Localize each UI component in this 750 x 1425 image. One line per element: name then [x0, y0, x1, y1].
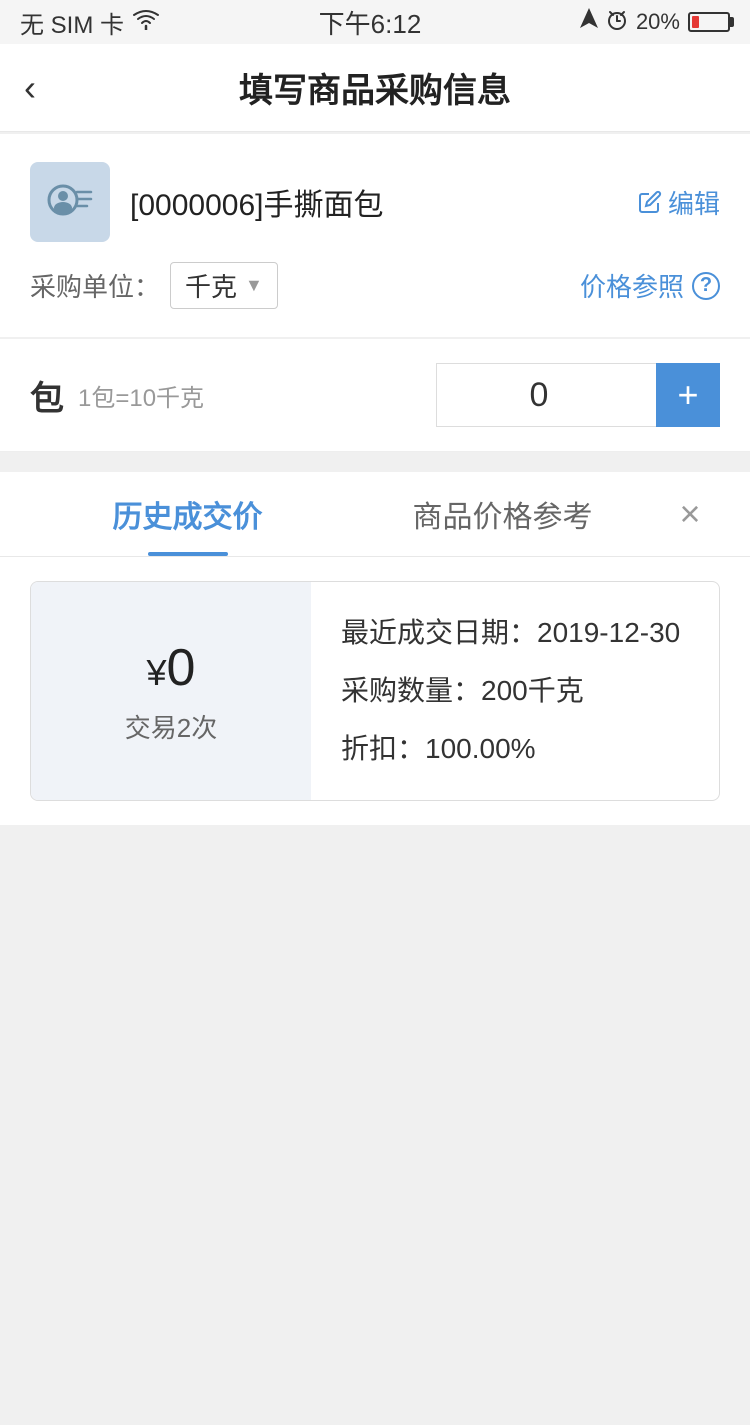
date-label: 最近成交日期： — [341, 617, 537, 648]
price-left-panel: ¥0 交易2次 — [31, 582, 311, 800]
tab-product-price-reference[interactable]: 商品价格参考 — [345, 472, 660, 556]
nav-bar: ‹ 填写商品采购信息 — [0, 44, 750, 132]
quantity-row: 包 1包=10千克 + — [0, 339, 750, 452]
status-left: 无 SIM 卡 — [20, 5, 160, 40]
quantity-label: 包 1包=10千克 — [30, 371, 204, 420]
battery-percent: 20% — [636, 9, 680, 35]
unit-label: 采购单位： — [30, 267, 160, 304]
page-title: 填写商品采购信息 — [239, 63, 511, 112]
price-card: ¥0 交易2次 最近成交日期：2019-12-30 采购数量：200千克 折扣：… — [30, 581, 720, 801]
quantity-conversion: 1包=10千克 — [78, 378, 204, 413]
status-bar: 无 SIM 卡 下午6:12 20% — [0, 0, 750, 44]
product-card: [0000006]手撕面包 编辑 采购单位： 千克 ▼ 价格参照 ? — [0, 134, 750, 337]
trade-count: 交易2次 — [125, 708, 217, 745]
quantity-unit: 包 — [30, 371, 64, 420]
status-right: 20% — [580, 8, 730, 36]
quantity-plus-button[interactable]: + — [656, 363, 720, 427]
discount-label: 折扣： — [341, 733, 425, 764]
yen-symbol: ¥ — [147, 652, 167, 693]
product-thumbnail — [30, 162, 110, 242]
price-qty-row: 采购数量：200千克 — [341, 670, 689, 712]
price-amount: ¥0 — [147, 638, 196, 698]
product-name: [0000006]手撕面包 — [130, 180, 383, 224]
status-time: 下午6:12 — [319, 4, 422, 41]
edit-button[interactable]: 编辑 — [638, 184, 720, 221]
quantity-controls: + — [436, 363, 720, 427]
unit-select[interactable]: 千克 ▼ — [170, 262, 278, 309]
wifi-icon — [132, 8, 160, 37]
back-button[interactable]: ‹ — [24, 67, 36, 109]
product-left: [0000006]手撕面包 — [30, 162, 383, 242]
date-value: 2019-12-30 — [537, 617, 680, 648]
product-header: [0000006]手撕面包 编辑 — [30, 162, 720, 242]
price-reference-button[interactable]: 价格参照 ? — [580, 267, 720, 304]
qty-label: 采购数量： — [341, 675, 481, 706]
unit-arrow-icon: ▼ — [245, 275, 263, 296]
quantity-input[interactable] — [436, 363, 656, 427]
tab-close-button[interactable]: × — [660, 484, 720, 544]
price-right-panel: 最近成交日期：2019-12-30 采购数量：200千克 折扣：100.00% — [311, 582, 719, 800]
tab-bar: 历史成交价 商品价格参考 × — [0, 472, 750, 557]
price-value: 0 — [167, 639, 196, 697]
location-icon — [580, 8, 598, 36]
qty-value: 200千克 — [481, 675, 584, 706]
product-unit-row: 采购单位： 千克 ▼ 价格参照 ? — [30, 262, 720, 309]
price-date-row: 最近成交日期：2019-12-30 — [341, 612, 689, 654]
price-discount-row: 折扣：100.00% — [341, 728, 689, 770]
page-background — [0, 825, 750, 1425]
battery-icon — [688, 12, 730, 32]
carrier-text: 无 SIM 卡 — [20, 5, 124, 40]
history-section: ¥0 交易2次 最近成交日期：2019-12-30 采购数量：200千克 折扣：… — [0, 557, 750, 825]
help-icon: ? — [692, 272, 720, 300]
alarm-icon — [606, 8, 628, 36]
tab-history-price[interactable]: 历史成交价 — [30, 472, 345, 556]
discount-value: 100.00% — [425, 733, 536, 764]
unit-value: 千克 — [185, 267, 237, 304]
